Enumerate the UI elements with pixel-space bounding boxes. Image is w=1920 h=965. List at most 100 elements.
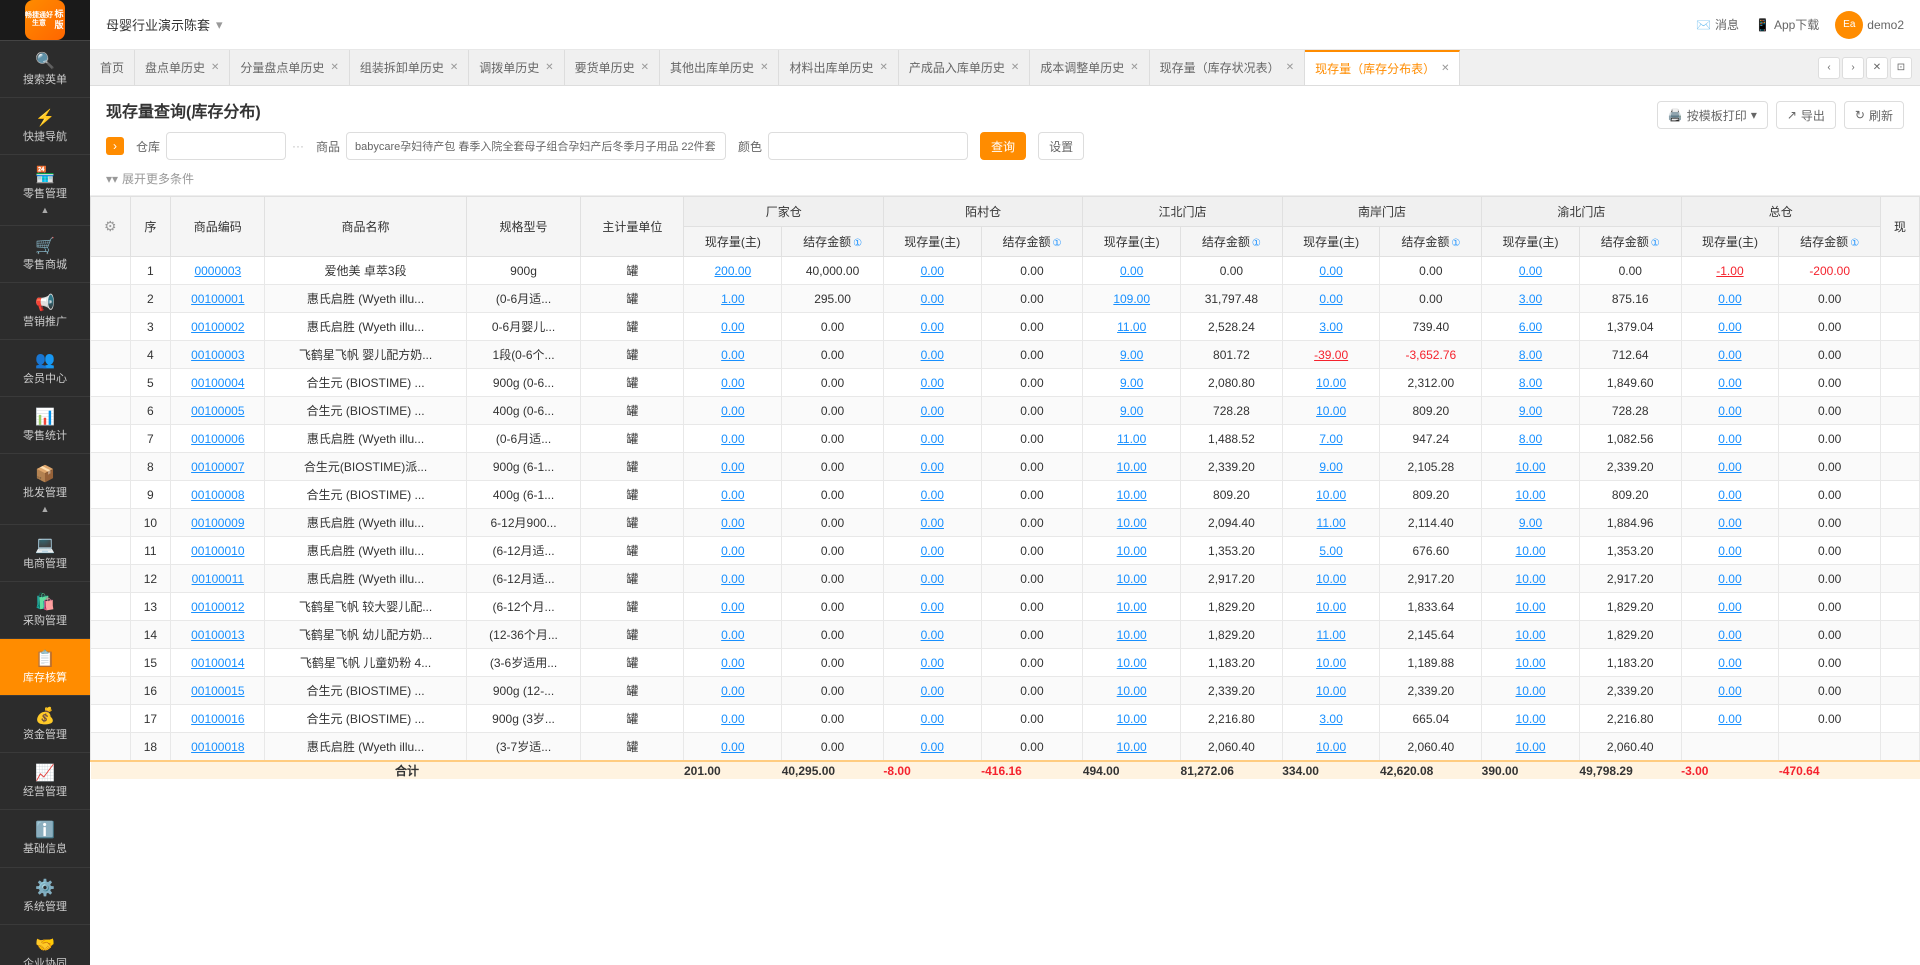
cell-mocun-qty[interactable]: 0.00 xyxy=(883,453,981,481)
cell-total-qty[interactable] xyxy=(1681,733,1779,762)
cell-total-qty[interactable]: 0.00 xyxy=(1681,341,1779,369)
sidebar-item-8[interactable]: 💻 电商管理 xyxy=(0,525,90,582)
sidebar-item-5[interactable]: 👥 会员中心 xyxy=(0,340,90,397)
cell-total-qty[interactable]: 0.00 xyxy=(1681,677,1779,705)
cell-changjiacao-qty[interactable]: 200.00 xyxy=(684,257,782,285)
tab-close-3[interactable]: ✕ xyxy=(450,62,458,73)
print-btn[interactable]: 🖨️ 按模板打印 ▾ xyxy=(1657,101,1768,129)
cell-yubei-qty[interactable]: 6.00 xyxy=(1482,313,1580,341)
cell-total-qty[interactable]: 0.00 xyxy=(1681,453,1779,481)
tab-item-5[interactable]: 要货单历史✕ xyxy=(565,50,660,86)
cell-yubei-qty[interactable]: 8.00 xyxy=(1482,341,1580,369)
cell-jiangbei-qty[interactable]: 10.00 xyxy=(1083,705,1181,733)
cell-code[interactable]: 00100004 xyxy=(171,369,265,397)
cell-yubei-qty[interactable]: 10.00 xyxy=(1482,733,1580,762)
cell-jiangbei-qty[interactable]: 9.00 xyxy=(1083,369,1181,397)
tab-close-7[interactable]: ✕ xyxy=(879,62,887,73)
cell-jiangbei-qty[interactable]: 10.00 xyxy=(1083,537,1181,565)
cell-changjiacao-qty[interactable]: 0.00 xyxy=(684,481,782,509)
cell-code[interactable]: 00100005 xyxy=(171,397,265,425)
sidebar-item-6[interactable]: 📊 零售统计 xyxy=(0,397,90,454)
cell-code[interactable]: 00100014 xyxy=(171,649,265,677)
cell-code[interactable]: 00100015 xyxy=(171,677,265,705)
cell-nanan-qty[interactable]: 10.00 xyxy=(1282,481,1380,509)
color-input[interactable] xyxy=(768,132,968,160)
cell-mocun-qty[interactable]: 0.00 xyxy=(883,341,981,369)
cell-jiangbei-qty[interactable]: 10.00 xyxy=(1083,621,1181,649)
cell-changjiacao-qty[interactable]: 0.00 xyxy=(684,621,782,649)
cell-mocun-qty[interactable]: 0.00 xyxy=(883,537,981,565)
cell-yubei-qty[interactable]: 8.00 xyxy=(1482,369,1580,397)
cell-nanan-qty[interactable]: 10.00 xyxy=(1282,593,1380,621)
tab-close-1[interactable]: ✕ xyxy=(211,62,219,73)
refresh-btn[interactable]: ↻ 刷新 xyxy=(1844,101,1904,129)
cell-yubei-qty[interactable]: 10.00 xyxy=(1482,705,1580,733)
cell-code[interactable]: 00100007 xyxy=(171,453,265,481)
th-settings-icon[interactable]: ⚙ xyxy=(91,197,131,257)
tab-item-0[interactable]: 首页 xyxy=(90,50,135,86)
cell-code[interactable]: 00100002 xyxy=(171,313,265,341)
cell-yubei-qty[interactable]: 10.00 xyxy=(1482,593,1580,621)
settings-btn[interactable]: 设置 xyxy=(1038,132,1084,160)
cell-total-qty[interactable]: 0.00 xyxy=(1681,313,1779,341)
tab-item-11[interactable]: 现存量（库存分布表）✕ xyxy=(1305,50,1460,86)
cell-nanan-qty[interactable]: 7.00 xyxy=(1282,425,1380,453)
cell-total-qty[interactable]: 0.00 xyxy=(1681,537,1779,565)
cell-total-qty[interactable]: 0.00 xyxy=(1681,593,1779,621)
cell-yubei-qty[interactable]: 9.00 xyxy=(1482,509,1580,537)
user-avatar-area[interactable]: Ea demo2 xyxy=(1835,11,1904,39)
cell-jiangbei-qty[interactable]: 9.00 xyxy=(1083,341,1181,369)
cell-yubei-qty[interactable]: 9.00 xyxy=(1482,397,1580,425)
cell-jiangbei-qty[interactable]: 10.00 xyxy=(1083,649,1181,677)
cell-nanan-qty[interactable]: 10.00 xyxy=(1282,733,1380,762)
cell-nanan-qty[interactable]: -39.00 xyxy=(1282,341,1380,369)
cell-yubei-qty[interactable]: 10.00 xyxy=(1482,565,1580,593)
cell-changjiacao-qty[interactable]: 0.00 xyxy=(684,397,782,425)
tab-item-10[interactable]: 现存量（库存状况表）✕ xyxy=(1150,50,1305,86)
sidebar-item-15[interactable]: 🤝 企业协同 xyxy=(0,925,90,965)
cell-nanan-qty[interactable]: 5.00 xyxy=(1282,537,1380,565)
cell-code[interactable]: 00100016 xyxy=(171,705,265,733)
cell-mocun-qty[interactable]: 0.00 xyxy=(883,649,981,677)
tab-item-2[interactable]: 分量盘点单历史✕ xyxy=(230,50,349,86)
tab-item-1[interactable]: 盘点单历史✕ xyxy=(135,50,230,86)
tab-close-2[interactable]: ✕ xyxy=(330,62,338,73)
cell-nanan-qty[interactable]: 0.00 xyxy=(1282,257,1380,285)
cell-mocun-qty[interactable]: 0.00 xyxy=(883,705,981,733)
cell-total-qty[interactable]: 0.00 xyxy=(1681,425,1779,453)
cell-changjiacao-qty[interactable]: 0.00 xyxy=(684,369,782,397)
cell-jiangbei-qty[interactable]: 10.00 xyxy=(1083,481,1181,509)
cell-yubei-qty[interactable]: 10.00 xyxy=(1482,649,1580,677)
cell-total-qty[interactable]: 0.00 xyxy=(1681,621,1779,649)
sidebar-item-0[interactable]: 🔍 搜索英单 xyxy=(0,41,90,98)
tab-close-all[interactable]: ✕ xyxy=(1866,57,1888,79)
cell-mocun-qty[interactable]: 0.00 xyxy=(883,425,981,453)
tab-expand[interactable]: ⊡ xyxy=(1890,57,1912,79)
sidebar-item-2[interactable]: 🏪 零售管理 ▲ xyxy=(0,155,90,225)
cell-total-qty[interactable]: 0.00 xyxy=(1681,481,1779,509)
cell-changjiacao-qty[interactable]: 0.00 xyxy=(684,593,782,621)
store-selector[interactable]: 母婴行业演示陈套 ▾ xyxy=(106,15,223,34)
tab-item-6[interactable]: 其他出库单历史✕ xyxy=(660,50,779,86)
tab-close-8[interactable]: ✕ xyxy=(1011,62,1019,73)
sidebar-item-12[interactable]: 📈 经营管理 xyxy=(0,753,90,810)
sidebar-item-7[interactable]: 📦 批发管理 ▲ xyxy=(0,454,90,524)
tab-scroll-left[interactable]: ‹ xyxy=(1818,57,1840,79)
cell-mocun-qty[interactable]: 0.00 xyxy=(883,733,981,762)
tab-close-10[interactable]: ✕ xyxy=(1286,62,1294,73)
cell-jiangbei-qty[interactable]: 9.00 xyxy=(1083,397,1181,425)
cell-changjiacao-qty[interactable]: 0.00 xyxy=(684,341,782,369)
tab-close-5[interactable]: ✕ xyxy=(641,62,649,73)
cell-nanan-qty[interactable]: 10.00 xyxy=(1282,565,1380,593)
cell-code[interactable]: 00100006 xyxy=(171,425,265,453)
tab-item-4[interactable]: 调拨单历史✕ xyxy=(469,50,564,86)
cell-mocun-qty[interactable]: 0.00 xyxy=(883,285,981,313)
cell-code[interactable]: 00100013 xyxy=(171,621,265,649)
cell-code[interactable]: 00100009 xyxy=(171,509,265,537)
sidebar-item-3[interactable]: 🛒 零售商城 xyxy=(0,226,90,283)
cell-nanan-qty[interactable]: 11.00 xyxy=(1282,509,1380,537)
sidebar-item-1[interactable]: ⚡ 快捷导航 xyxy=(0,98,90,155)
cell-jiangbei-qty[interactable]: 10.00 xyxy=(1083,677,1181,705)
cell-jiangbei-qty[interactable]: 11.00 xyxy=(1083,313,1181,341)
cell-changjiacao-qty[interactable]: 0.00 xyxy=(684,509,782,537)
